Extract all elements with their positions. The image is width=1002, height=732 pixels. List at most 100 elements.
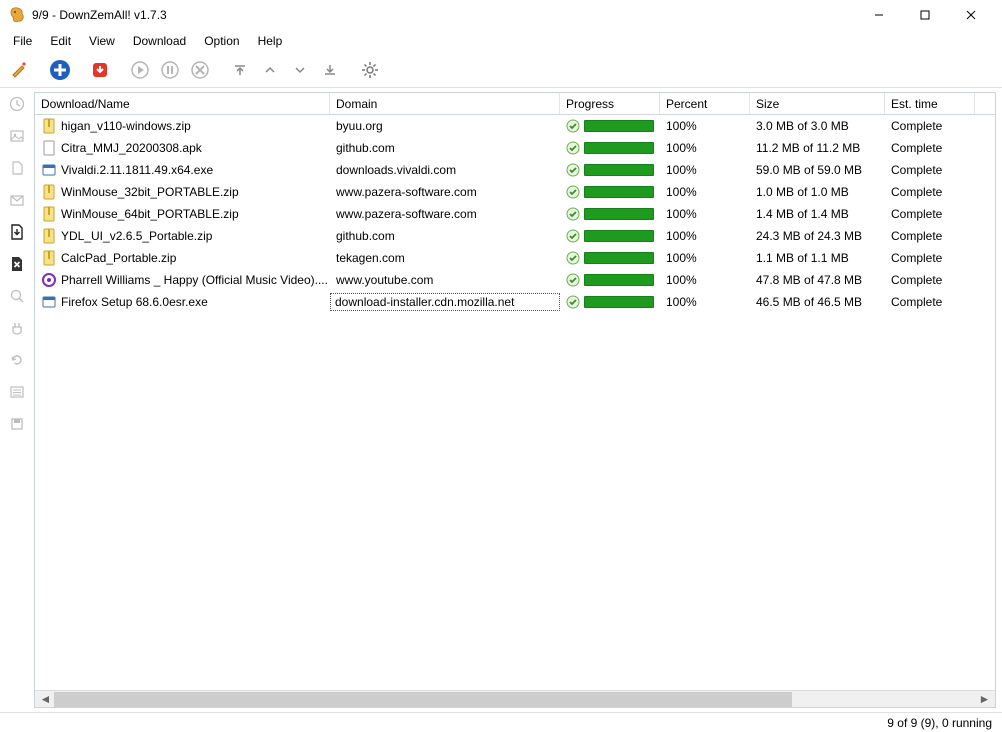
cell-domain: github.com [330,227,560,245]
file-name: WinMouse_64bit_PORTABLE.zip [61,207,239,221]
cell-size: 1.1 MB of 1.1 MB [750,249,885,267]
table-row[interactable]: Firefox Setup 68.6.0esr.exedownload-inst… [35,291,995,313]
file-name: YDL_UI_v2.6.5_Portable.zip [61,229,212,243]
sidebar-file-cancel-icon[interactable] [7,254,27,274]
settings-button[interactable] [356,56,384,84]
window-title: 9/9 - DownZemAll! v1.7.3 [32,8,856,22]
cell-domain: downloads.vivaldi.com [330,161,560,179]
sidebar-doc-icon[interactable] [7,158,27,178]
cell-name: Pharrell Williams _ Happy (Official Musi… [35,270,330,290]
progress-bar [584,120,654,132]
cell-percent: 100% [660,183,750,201]
col-percent[interactable]: Percent [660,93,750,114]
cell-size: 11.2 MB of 11.2 MB [750,139,885,157]
move-up-button[interactable] [256,56,284,84]
cell-percent: 100% [660,117,750,135]
progress-bar [584,208,654,220]
cell-est: Complete [885,271,975,289]
progress-bar [584,142,654,154]
file-icon [41,118,57,134]
table-row[interactable]: Pharrell Williams _ Happy (Official Musi… [35,269,995,291]
menubar: File Edit View Download Option Help [0,30,1002,52]
sidebar-clock-icon[interactable] [7,94,27,114]
col-progress[interactable]: Progress [560,93,660,114]
menu-help[interactable]: Help [249,31,292,51]
menu-file[interactable]: File [4,31,41,51]
check-icon [566,295,580,309]
file-icon [41,206,57,222]
sidebar-mail-icon[interactable] [7,190,27,210]
col-domain[interactable]: Domain [330,93,560,114]
scroll-right-icon[interactable]: ► [976,692,993,707]
sidebar-file-down-icon[interactable] [7,222,27,242]
cell-percent: 100% [660,139,750,157]
table-row[interactable]: CalcPad_Portable.ziptekagen.com100%1.1 M… [35,247,995,269]
table-row[interactable]: WinMouse_32bit_PORTABLE.zipwww.pazera-so… [35,181,995,203]
progress-bar [584,274,654,286]
file-icon [41,294,57,310]
pause-button[interactable] [156,56,184,84]
progress-bar [584,186,654,198]
check-icon [566,229,580,243]
table-row[interactable]: WinMouse_64bit_PORTABLE.zipwww.pazera-so… [35,203,995,225]
toolbar [0,52,1002,88]
cell-est: Complete [885,139,975,157]
table-row[interactable]: Citra_MMJ_20200308.apkgithub.com100%11.2… [35,137,995,159]
add-button[interactable] [46,56,74,84]
cell-est: Complete [885,205,975,223]
col-size[interactable]: Size [750,93,885,114]
sidebar-search-icon[interactable] [7,286,27,306]
wizard-icon[interactable] [6,56,34,84]
minimize-button[interactable] [856,0,902,30]
cell-progress [560,271,660,289]
cell-est: Complete [885,293,975,311]
cell-percent: 100% [660,227,750,245]
sidebar-save-icon[interactable] [7,414,27,434]
download-button[interactable] [86,56,114,84]
cell-est: Complete [885,249,975,267]
maximize-button[interactable] [902,0,948,30]
horizontal-scrollbar[interactable]: ◄ ► [35,690,995,707]
close-button[interactable] [948,0,994,30]
file-name: CalcPad_Portable.zip [61,251,176,265]
menu-edit[interactable]: Edit [41,31,80,51]
cell-size: 3.0 MB of 3.0 MB [750,117,885,135]
col-est[interactable]: Est. time [885,93,975,114]
check-icon [566,251,580,265]
cell-size: 24.3 MB of 24.3 MB [750,227,885,245]
col-name[interactable]: Download/Name [35,93,330,114]
move-bottom-button[interactable] [316,56,344,84]
table-row[interactable]: higan_v110-windows.zipbyuu.org100%3.0 MB… [35,115,995,137]
table-row[interactable]: Vivaldi.2.11.1811.49.x64.exedownloads.vi… [35,159,995,181]
menu-view[interactable]: View [80,31,124,51]
sidebar-plugin-icon[interactable] [7,318,27,338]
stop-button[interactable] [186,56,214,84]
sidebar-refresh-icon[interactable] [7,350,27,370]
table-header: Download/Name Domain Progress Percent Si… [35,93,995,115]
sidebar [0,88,34,712]
file-name: WinMouse_32bit_PORTABLE.zip [61,185,239,199]
app-icon [8,6,26,24]
check-icon [566,273,580,287]
move-down-button[interactable] [286,56,314,84]
sidebar-image-icon[interactable] [7,126,27,146]
cell-progress [560,161,660,179]
scroll-thumb[interactable] [54,692,792,707]
move-top-button[interactable] [226,56,254,84]
check-icon [566,119,580,133]
scroll-left-icon[interactable]: ◄ [37,692,54,707]
menu-option[interactable]: Option [195,31,248,51]
cell-size: 1.4 MB of 1.4 MB [750,205,885,223]
cell-percent: 100% [660,271,750,289]
menu-download[interactable]: Download [124,31,195,51]
cell-domain: byuu.org [330,117,560,135]
cell-name: Firefox Setup 68.6.0esr.exe [35,292,330,312]
play-button[interactable] [126,56,154,84]
table-row[interactable]: YDL_UI_v2.6.5_Portable.zip github.com 100%… [35,225,995,247]
cell-percent: 100% [660,161,750,179]
cell-percent: 100% [660,293,750,311]
cell-domain: tekagen.com [330,249,560,267]
file-name: Pharrell Williams _ Happy (Official Musi… [61,273,328,287]
cell-progress [560,183,660,201]
sidebar-list-icon[interactable] [7,382,27,402]
